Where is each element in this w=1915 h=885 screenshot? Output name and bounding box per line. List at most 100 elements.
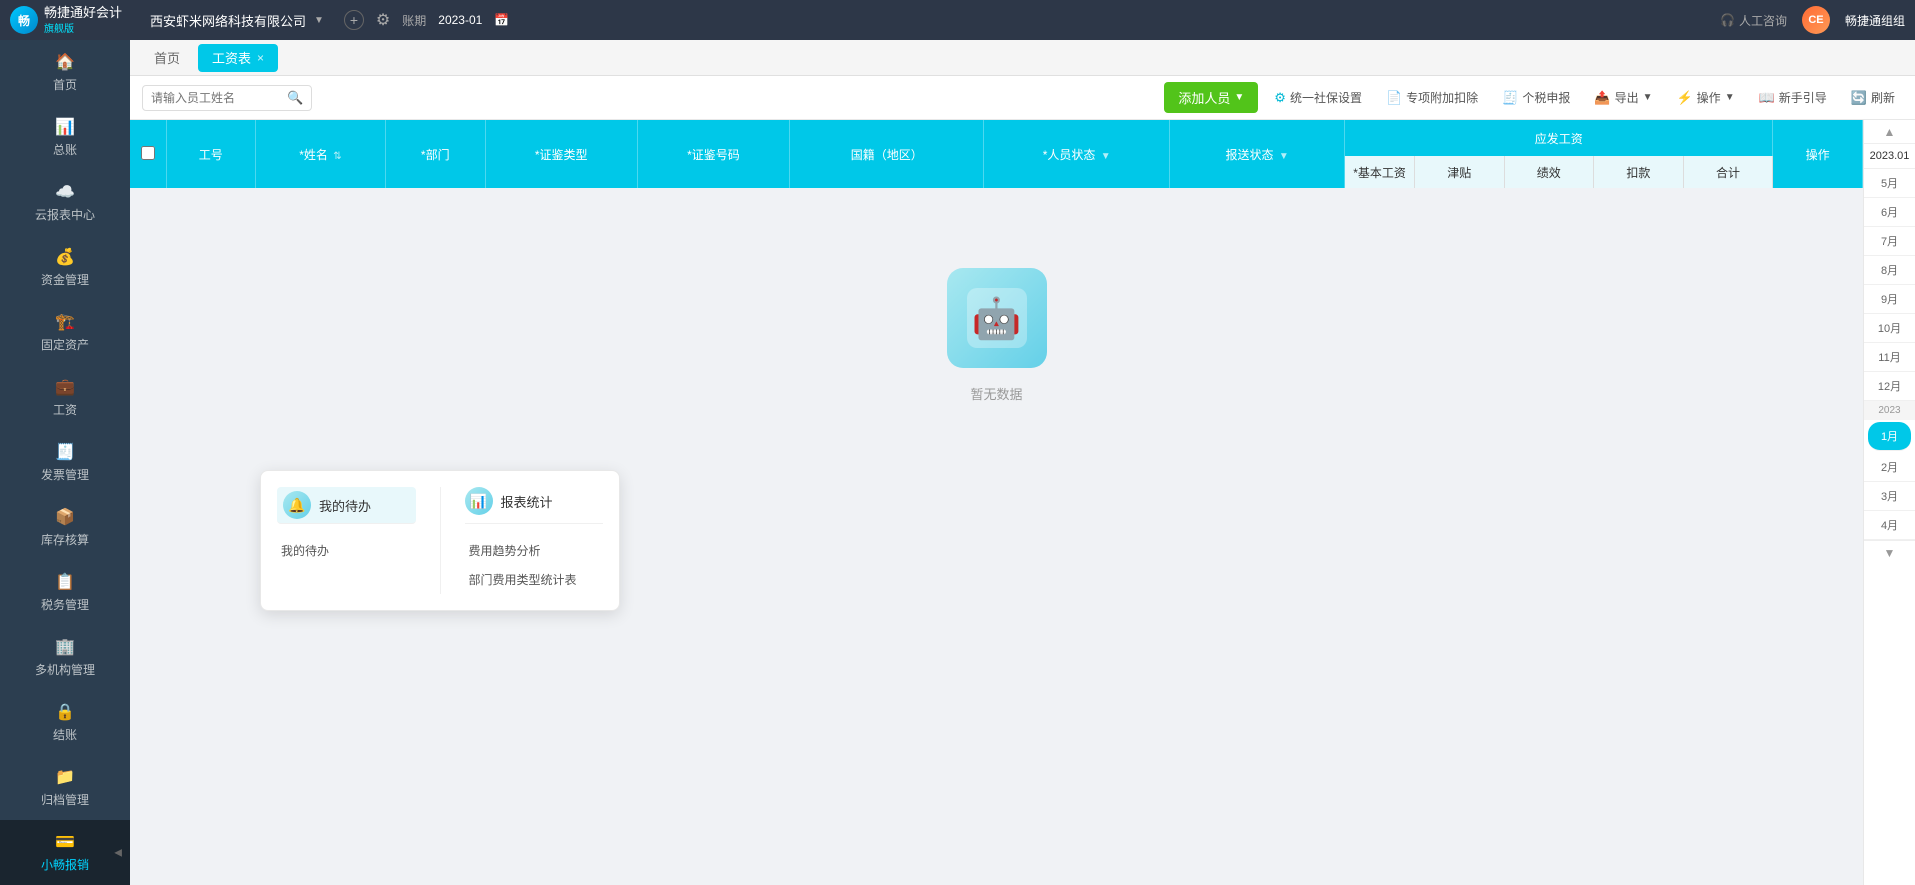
export-label: 导出 bbox=[1615, 89, 1639, 106]
month-nav-up-button[interactable]: ▲ bbox=[1864, 120, 1915, 144]
month-item-12[interactable]: 12月 bbox=[1864, 372, 1915, 401]
sidebar-item-fund[interactable]: 💰 资金管理 bbox=[0, 235, 130, 300]
archive-icon: 📁 bbox=[55, 767, 75, 787]
sidebar-label-xiaochang: 小畅报销 bbox=[41, 856, 89, 873]
sidebar-label-tax: 税务管理 bbox=[41, 596, 89, 613]
month-item-11[interactable]: 11月 bbox=[1864, 343, 1915, 372]
month-nav-down-button[interactable]: ▼ bbox=[1864, 540, 1915, 564]
guide-icon: 📖 bbox=[1759, 90, 1775, 106]
individual-tax-label: 个税申报 bbox=[1522, 89, 1570, 106]
sidebar-item-ledger[interactable]: 📊 总账 bbox=[0, 105, 130, 170]
sidebar-label-invoice: 发票管理 bbox=[41, 466, 89, 483]
content-area: 首页 工资表 × 🔍 添加人员 ▼ ⚙ 统一社保设置 📄 bbox=[130, 40, 1915, 885]
sidebar-item-cloud-report[interactable]: ☁️ 云报表中心 bbox=[0, 170, 130, 235]
status-filter-icon[interactable]: ▼ bbox=[1101, 151, 1111, 162]
main-layout: 🏠 首页 📊 总账 ☁️ 云报表中心 💰 资金管理 🏗️ 固定资产 💼 工资 🧾… bbox=[0, 40, 1915, 885]
month-item-6[interactable]: 6月 bbox=[1864, 198, 1915, 227]
cloud-icon: ☁️ bbox=[55, 182, 75, 202]
popup-item-cost-trend[interactable]: 费用趋势分析 bbox=[465, 536, 604, 565]
month-item-8[interactable]: 8月 bbox=[1864, 256, 1915, 285]
fixed-assets-icon: 🏗️ bbox=[55, 312, 75, 332]
logo-sub: 旗舰版 bbox=[44, 20, 122, 35]
add-person-button[interactable]: 添加人员 ▼ bbox=[1164, 82, 1258, 113]
tab-salary-sheet[interactable]: 工资表 × bbox=[198, 44, 278, 72]
cert-no-header: *证鉴号码 bbox=[637, 120, 789, 188]
home-icon: 🏠 bbox=[55, 52, 75, 72]
special-deduction-label: 专项附加扣除 bbox=[1406, 89, 1478, 106]
avatar-initials: CE bbox=[1808, 14, 1823, 26]
month-item-10[interactable]: 10月 bbox=[1864, 314, 1915, 343]
sidebar-item-closing[interactable]: 🔒 结账 bbox=[0, 690, 130, 755]
individual-tax-icon: 🧾 bbox=[1502, 90, 1518, 106]
company-selector[interactable]: 西安虾米网络科技有限公司 ▼ bbox=[150, 11, 324, 30]
nationality-header: 国籍（地区） bbox=[790, 120, 984, 188]
export-button[interactable]: 📤 导出 ▼ bbox=[1586, 85, 1660, 110]
sidebar-item-archive[interactable]: 📁 归档管理 bbox=[0, 755, 130, 820]
report-status-header: 报送状态 ▼ bbox=[1169, 120, 1344, 188]
name-sort-icon[interactable]: ⇅ bbox=[333, 151, 341, 162]
operations-label: 操作 bbox=[1697, 89, 1721, 106]
robot-icon: 🤖 bbox=[972, 295, 1022, 342]
tab-close-icon[interactable]: × bbox=[257, 51, 264, 65]
name-header: *姓名 ⇅ bbox=[256, 120, 386, 188]
refresh-button[interactable]: 🔄 刷新 bbox=[1843, 85, 1903, 110]
sidebar-label-closing: 结账 bbox=[53, 726, 77, 743]
special-deduction-button[interactable]: 📄 专项附加扣除 bbox=[1378, 85, 1486, 110]
expand-arrow-icon: ◀ bbox=[114, 847, 122, 858]
month-item-3[interactable]: 3月 bbox=[1864, 482, 1915, 511]
social-security-button[interactable]: ⚙ 统一社保设置 bbox=[1266, 85, 1370, 110]
payroll-group-header: 应发工资 bbox=[1345, 120, 1773, 156]
select-all-header bbox=[130, 120, 166, 188]
sidebar-item-invoice[interactable]: 🧾 发票管理 bbox=[0, 430, 130, 495]
guide-label: 新手引导 bbox=[1779, 89, 1827, 106]
tab-home[interactable]: 首页 bbox=[140, 44, 194, 72]
month-item-1[interactable]: 1月 bbox=[1868, 422, 1911, 451]
company-dropdown-icon[interactable]: ▼ bbox=[314, 15, 324, 26]
month-item-4[interactable]: 4月 bbox=[1864, 511, 1915, 540]
sidebar-item-fixed-assets[interactable]: 🏗️ 固定资产 bbox=[0, 300, 130, 365]
header-actions: + ⚙ 账期 2023-01 📅 bbox=[344, 10, 509, 30]
sidebar-item-xiaochang[interactable]: 💳 小畅报销 ◀ bbox=[0, 820, 130, 885]
calendar-icon[interactable]: 📅 bbox=[494, 13, 509, 27]
total-header: 合计 bbox=[1683, 156, 1773, 188]
popup-col-report-header: 📊 报表统计 bbox=[465, 487, 604, 524]
popup-item-my-todo[interactable]: 我的待办 bbox=[277, 536, 416, 565]
special-deduction-icon: 📄 bbox=[1386, 90, 1402, 106]
performance-header: 绩效 bbox=[1504, 156, 1594, 188]
select-all-checkbox[interactable] bbox=[141, 146, 155, 160]
logo-icon: 畅 bbox=[10, 6, 38, 34]
month-item-9[interactable]: 9月 bbox=[1864, 285, 1915, 314]
refresh-icon: 🔄 bbox=[1851, 90, 1867, 106]
month-item-2[interactable]: 2月 bbox=[1864, 453, 1915, 482]
sidebar-item-multi-org[interactable]: 🏢 多机构管理 bbox=[0, 625, 130, 690]
popup-columns: 🔔 我的待办 我的待办 📊 报表统计 费用趋势分析 部门费用类型统计表 bbox=[277, 487, 603, 594]
popup-col-report: 📊 报表统计 费用趋势分析 部门费用类型统计表 bbox=[465, 487, 604, 594]
sidebar-item-home[interactable]: 🏠 首页 bbox=[0, 40, 130, 105]
salary-icon: 💼 bbox=[55, 377, 75, 397]
search-icon[interactable]: 🔍 bbox=[287, 90, 303, 106]
month-item-5[interactable]: 5月 bbox=[1864, 169, 1915, 198]
xiaochang-icon: 💳 bbox=[55, 832, 75, 852]
month-item-7[interactable]: 7月 bbox=[1864, 227, 1915, 256]
service-button[interactable]: 🎧 人工咨询 bbox=[1720, 12, 1787, 29]
base-salary-header: *基本工资 bbox=[1345, 156, 1415, 188]
add-button[interactable]: + bbox=[344, 10, 364, 30]
settings-icon[interactable]: ⚙ bbox=[376, 10, 390, 30]
popup-item-dept-cost[interactable]: 部门费用类型统计表 bbox=[465, 565, 604, 594]
user-avatar[interactable]: CE bbox=[1802, 6, 1830, 34]
search-input[interactable] bbox=[151, 91, 281, 105]
sidebar-item-inventory[interactable]: 📦 库存核算 bbox=[0, 495, 130, 560]
report-status-filter-icon[interactable]: ▼ bbox=[1279, 151, 1289, 162]
add-person-label: 添加人员 bbox=[1178, 88, 1230, 107]
new-guide-button[interactable]: 📖 新手引导 bbox=[1751, 85, 1835, 110]
refresh-label: 刷新 bbox=[1871, 89, 1895, 106]
company-name: 西安虾米网络科技有限公司 bbox=[150, 11, 306, 30]
sidebar-item-salary[interactable]: 💼 工资 bbox=[0, 365, 130, 430]
tab-bar: 首页 工资表 × bbox=[130, 40, 1915, 76]
ledger-icon: 📊 bbox=[55, 117, 75, 137]
individual-tax-button[interactable]: 🧾 个税申报 bbox=[1494, 85, 1578, 110]
sidebar-item-tax[interactable]: 📋 税务管理 bbox=[0, 560, 130, 625]
sidebar: 🏠 首页 📊 总账 ☁️ 云报表中心 💰 资金管理 🏗️ 固定资产 💼 工资 🧾… bbox=[0, 40, 130, 885]
sidebar-label-salary: 工资 bbox=[53, 401, 77, 418]
operations-button[interactable]: ⚡ 操作 ▼ bbox=[1668, 85, 1742, 110]
